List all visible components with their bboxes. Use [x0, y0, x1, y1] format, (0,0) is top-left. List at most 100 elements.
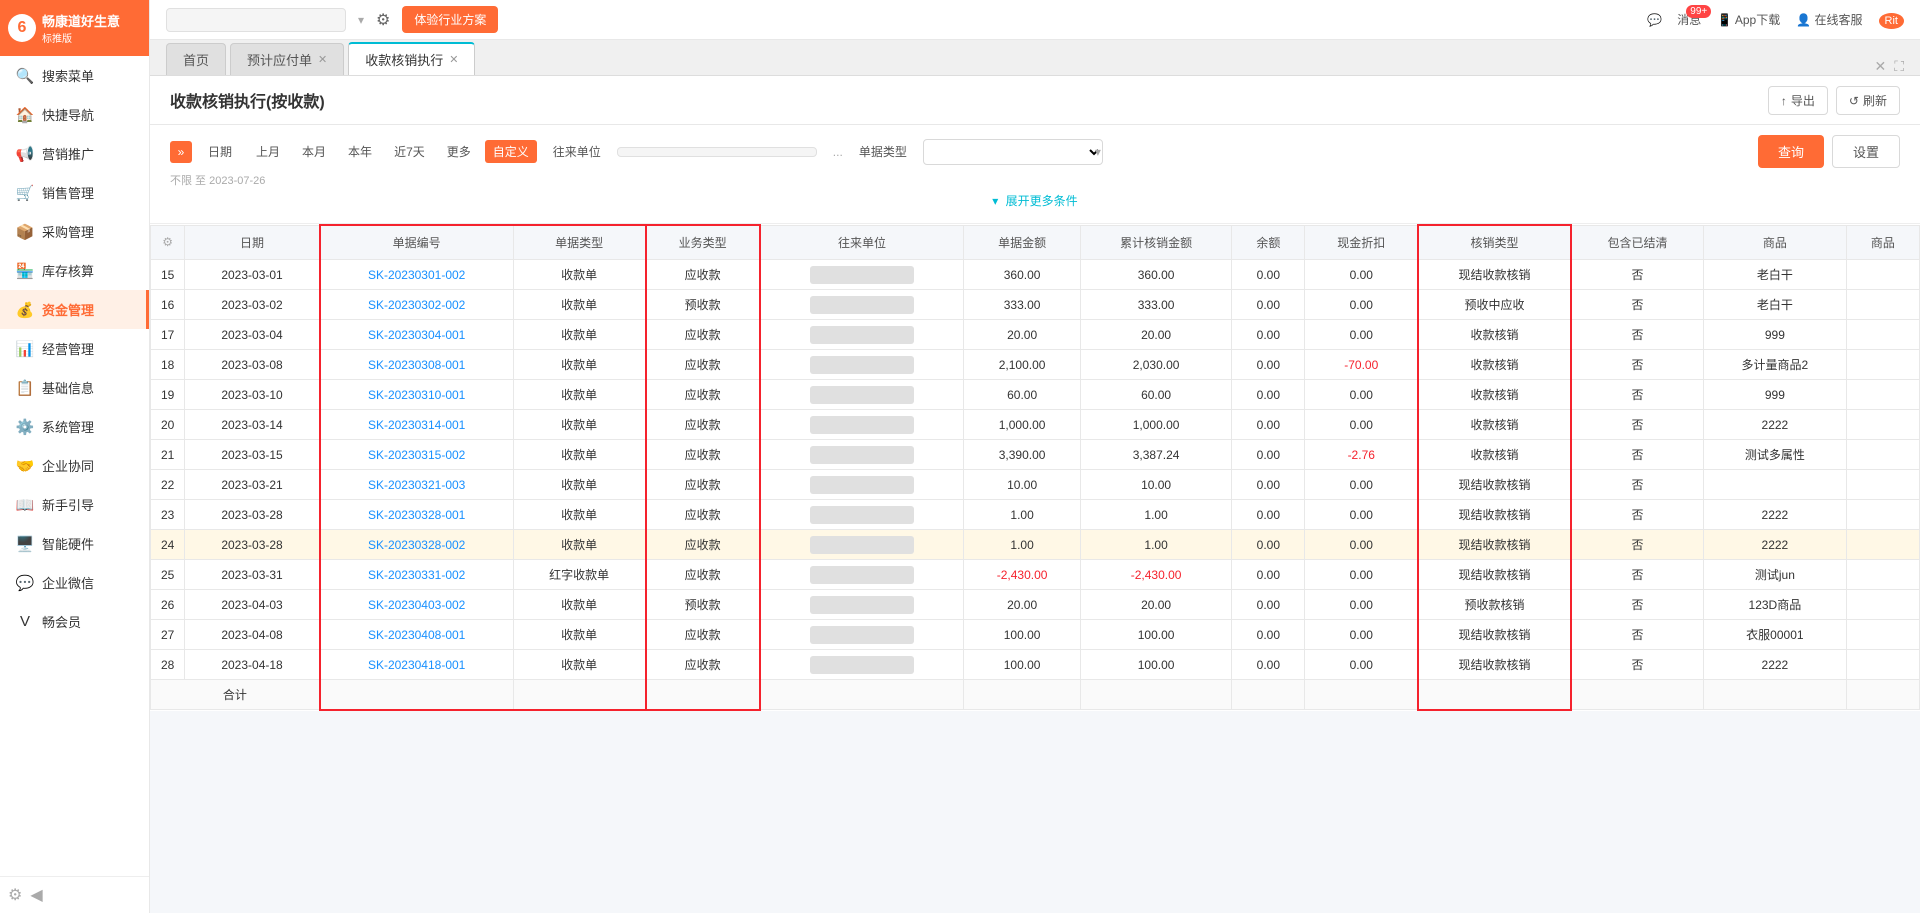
- bill-no-link[interactable]: SK-20230308-001: [368, 358, 465, 372]
- cell-no: 21: [151, 440, 185, 470]
- tab-prepay[interactable]: 预计应付单 ✕: [230, 43, 344, 75]
- sidebar-label-marketing: 营销推广: [42, 144, 94, 163]
- message-badge[interactable]: 💬 99+ 消息: [1647, 11, 1701, 28]
- sidebar-item-marketing[interactable]: 📢营销推广: [0, 134, 149, 173]
- cell-bill-type: 收款单: [513, 530, 646, 560]
- bill-no-link[interactable]: SK-20230328-001: [368, 508, 465, 522]
- sidebar-item-corp[interactable]: 🤝企业协同: [0, 446, 149, 485]
- cell-cash-discount: 0.00: [1305, 620, 1418, 650]
- bill-no-link[interactable]: SK-20230315-002: [368, 448, 465, 462]
- cell-bill-type: 收款单: [513, 350, 646, 380]
- cell-total-cancel: 333.00: [1080, 290, 1231, 320]
- cell-bill-no: SK-20230308-001: [320, 350, 513, 380]
- sidebar-label-purchase: 采购管理: [42, 222, 94, 241]
- date-last-month[interactable]: 上月: [248, 140, 288, 163]
- industry-solution-button[interactable]: 体验行业方案: [402, 6, 498, 33]
- cell-product: 多计量商品2: [1704, 350, 1847, 380]
- cell-include-cleared: 否: [1571, 440, 1704, 470]
- topbar-nav[interactable]: [166, 8, 346, 32]
- cell-cash-discount: 0.00: [1305, 260, 1418, 290]
- sidebar-item-sales[interactable]: 🛒销售管理: [0, 173, 149, 212]
- topbar-dropdown-arrow[interactable]: ▾: [358, 13, 364, 27]
- cell-product: 999: [1704, 380, 1847, 410]
- expand-row[interactable]: ▾ 展开更多条件: [170, 188, 1900, 213]
- sidebar-label-sales: 销售管理: [42, 183, 94, 202]
- sidebar-item-guide[interactable]: 📖新手引导: [0, 485, 149, 524]
- sidebar-label-member: 畅会员: [42, 612, 81, 631]
- query-button[interactable]: 查询: [1758, 135, 1824, 168]
- sidebar-item-purchase[interactable]: 📦采购管理: [0, 212, 149, 251]
- sidebar-item-business[interactable]: 📊经营管理: [0, 329, 149, 368]
- cell-product2: [1846, 590, 1919, 620]
- cell-total-cancel: 2,030.00: [1080, 350, 1231, 380]
- cell-biz-type: 应收款: [646, 470, 760, 500]
- filter-expand-toggle[interactable]: »: [170, 141, 192, 163]
- date-this-year[interactable]: 本年: [340, 140, 380, 163]
- cell-bill-no: SK-20230328-002: [320, 530, 513, 560]
- tab-collection-close[interactable]: ✕: [449, 53, 458, 66]
- cell-include-cleared: 否: [1571, 290, 1704, 320]
- tab-prepay-close[interactable]: ✕: [318, 53, 327, 66]
- cell-product: 999: [1704, 320, 1847, 350]
- sidebar-item-hardware[interactable]: 🖥️智能硬件: [0, 524, 149, 563]
- online-service[interactable]: 👤 在线客服: [1796, 11, 1862, 28]
- bill-type-label: 单据类型: [859, 143, 907, 160]
- bill-no-link[interactable]: SK-20230301-002: [368, 268, 465, 282]
- app-download[interactable]: 📱 App下载: [1717, 11, 1780, 28]
- bill-no-link[interactable]: SK-20230331-002: [368, 568, 465, 582]
- sidebar-item-member[interactable]: V畅会员: [0, 602, 149, 641]
- sidebar-item-inventory[interactable]: 🏪库存核算: [0, 251, 149, 290]
- user-info[interactable]: Rit: [1879, 13, 1904, 27]
- bill-no-link[interactable]: SK-20230314-001: [368, 418, 465, 432]
- date-more[interactable]: 更多: [439, 140, 479, 163]
- tab-collection[interactable]: 收款核销执行 ✕: [348, 42, 475, 75]
- th-setting[interactable]: ⚙: [151, 225, 185, 260]
- bill-no-link[interactable]: SK-20230408-001: [368, 628, 465, 642]
- sidebar-item-finance[interactable]: 💰资金管理: [0, 290, 149, 329]
- gear-icon[interactable]: ⚙: [376, 10, 390, 30]
- settings-button[interactable]: 设置: [1832, 135, 1900, 168]
- date-custom-btn[interactable]: 自定义: [485, 140, 537, 163]
- maximize-icon[interactable]: ⛶: [1894, 58, 1904, 75]
- sidebar-item-wechat[interactable]: 💬企业微信: [0, 563, 149, 602]
- search-input[interactable]: [166, 8, 346, 32]
- cell-include-cleared: 否: [1571, 650, 1704, 680]
- cell-product: 测试jun: [1704, 560, 1847, 590]
- expand-icon: ▾: [992, 194, 998, 208]
- sidebar-item-system[interactable]: ⚙️系统管理: [0, 407, 149, 446]
- export-button[interactable]: ↑ 导出: [1768, 86, 1828, 115]
- cell-bill-type: 收款单: [513, 380, 646, 410]
- bill-no-link[interactable]: SK-20230304-001: [368, 328, 465, 342]
- bill-no-link[interactable]: SK-20230302-002: [368, 298, 465, 312]
- collapse-icon[interactable]: ◀: [30, 885, 42, 905]
- sidebar-item-search[interactable]: 🔍搜索菜单: [0, 56, 149, 95]
- refresh-button[interactable]: ↺ 刷新: [1836, 86, 1900, 115]
- cell-balance: 0.00: [1232, 410, 1305, 440]
- table-row: 18 2023-03-08 SK-20230308-001 收款单 应收款 ██…: [151, 350, 1920, 380]
- cell-cash-discount: 0.00: [1305, 470, 1418, 500]
- date-this-month[interactable]: 本月: [294, 140, 334, 163]
- cell-cancel-type: 预收中应收: [1418, 290, 1571, 320]
- bill-no-link[interactable]: SK-20230321-003: [368, 478, 465, 492]
- cell-include-cleared: 否: [1571, 380, 1704, 410]
- date-7days[interactable]: 近7天: [386, 140, 433, 163]
- refresh-icon: ↺: [1849, 94, 1859, 108]
- settings-icon: ⚙: [162, 235, 173, 249]
- sidebar-item-quick[interactable]: 🏠快捷导航: [0, 95, 149, 134]
- company-input[interactable]: [617, 147, 817, 157]
- settings-icon[interactable]: ⚙: [8, 885, 22, 905]
- sidebar-item-basic[interactable]: 📋基础信息: [0, 368, 149, 407]
- bill-no-link[interactable]: SK-20230310-001: [368, 388, 465, 402]
- app-icon: 📱: [1717, 13, 1732, 27]
- th-total-cancel: 累计核销金额: [1080, 225, 1231, 260]
- cell-product: 2222: [1704, 410, 1847, 440]
- cell-amount: 2,100.00: [964, 350, 1081, 380]
- bill-no-link[interactable]: SK-20230403-002: [368, 598, 465, 612]
- close-tab-icon[interactable]: ✕: [1874, 58, 1886, 75]
- cell-product2: [1846, 380, 1919, 410]
- table-header: ⚙ 日期 单据编号 单据类型 业务类型 往来单位 单据金额 累计核销金额 余额 …: [151, 225, 1920, 260]
- bill-type-select[interactable]: [923, 139, 1103, 165]
- bill-no-link[interactable]: SK-20230328-002: [368, 538, 465, 552]
- tab-home[interactable]: 首页: [166, 43, 226, 75]
- bill-no-link[interactable]: SK-20230418-001: [368, 658, 465, 672]
